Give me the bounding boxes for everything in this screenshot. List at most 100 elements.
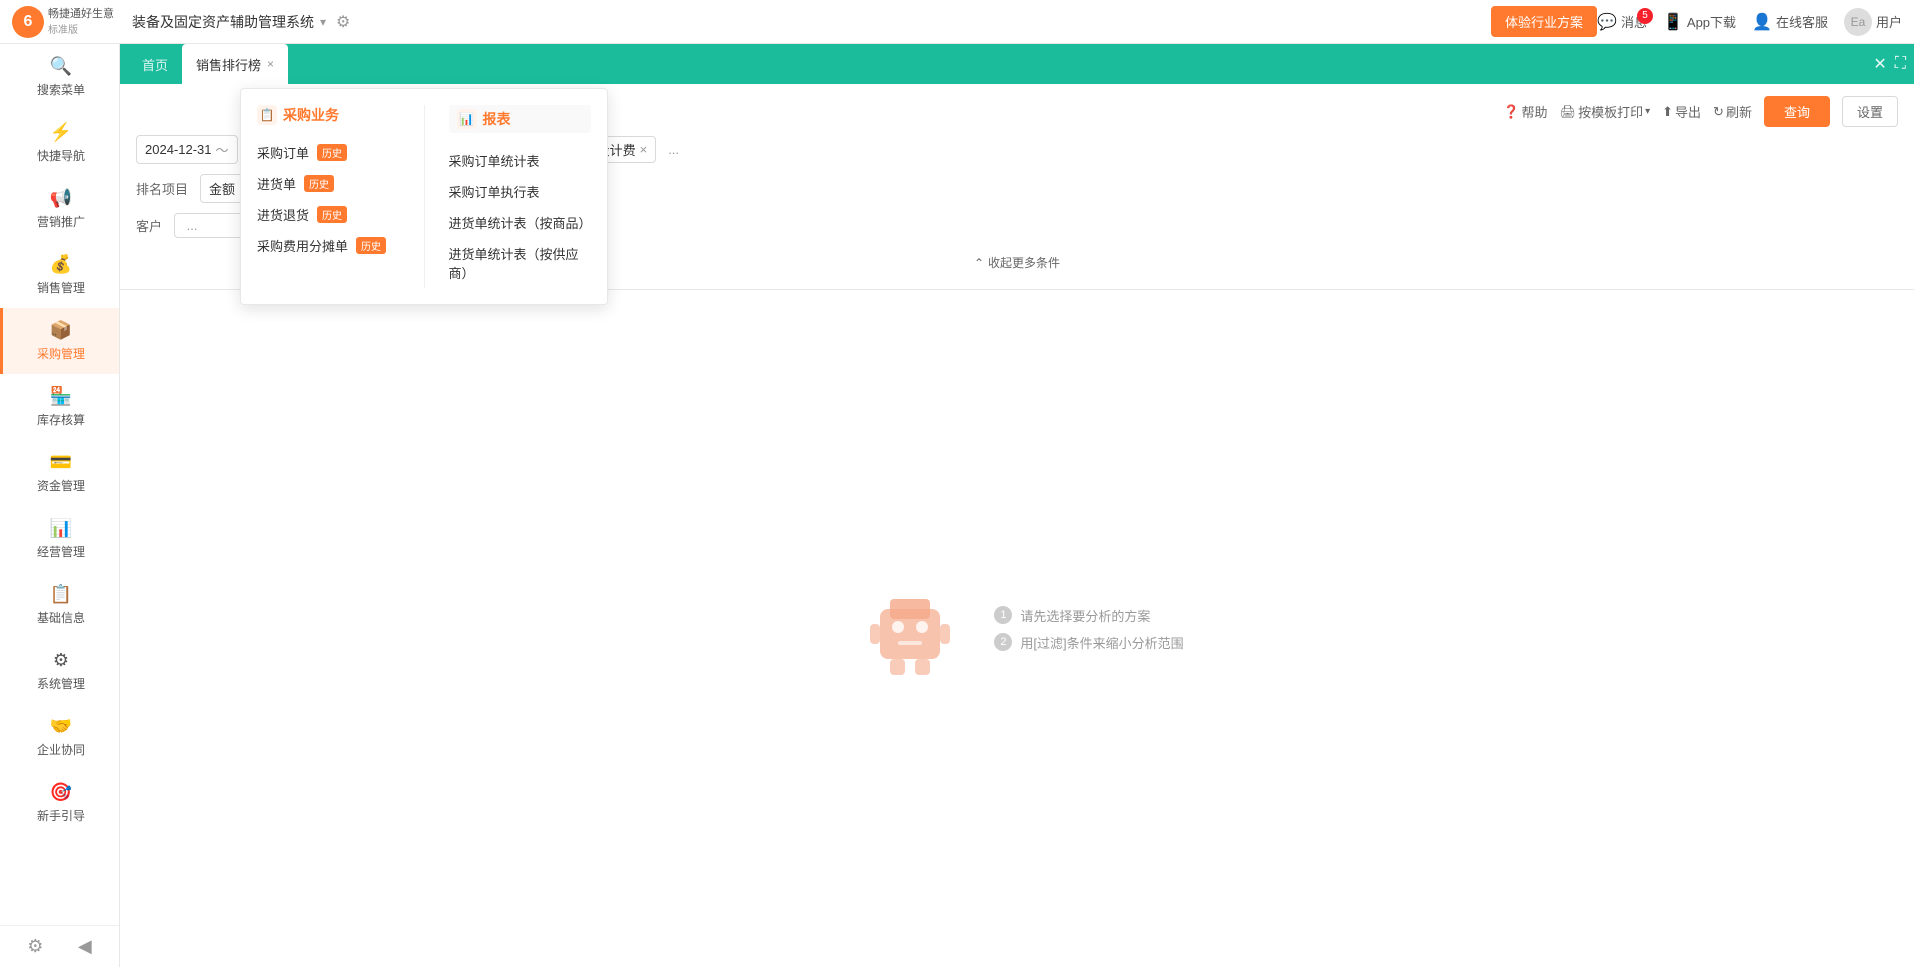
menu-business-icon: 📋	[257, 105, 277, 125]
phone-icon: 📱	[1663, 12, 1683, 32]
query-btn[interactable]: 查询	[1764, 96, 1830, 127]
system-chevron-icon[interactable]: ▾	[320, 15, 326, 29]
print-btn[interactable]: 🖨 按模板打印 ▾	[1560, 102, 1651, 121]
export-icon: ⬆	[1662, 104, 1673, 120]
app-download-btn[interactable]: 📱 App下载	[1663, 12, 1736, 32]
refresh-icon: ↻	[1713, 104, 1724, 120]
menu-divider	[424, 105, 425, 288]
up-chevron-icon: ⌃	[974, 256, 984, 270]
sidebar-item-guide[interactable]: 🎯 新手引导	[0, 770, 119, 836]
empty-illustration	[850, 579, 970, 679]
sidebar-item-inventory[interactable]: 🏪 库存核算	[0, 374, 119, 440]
system-icon: ⚙	[53, 650, 69, 671]
sales-icon: 💰	[50, 254, 72, 275]
sidebar-item-cooperation[interactable]: 🤝 企业协同	[0, 704, 119, 770]
menu-report-icon: 📊	[457, 109, 477, 129]
tab-close-window-icon[interactable]: ✕	[1873, 54, 1886, 74]
empty-steps: 1 请先选择要分析的方案 2 用[过滤]条件来缩小分析范围	[994, 606, 1183, 652]
sidebar-bottom: ⚙ ◀	[0, 925, 119, 967]
user-avatar: Ea	[1844, 8, 1872, 36]
tab-fullscreen-icon[interactable]: ⛶	[1895, 55, 1906, 73]
date-range-filter[interactable]: 2024-12-31 ～	[136, 135, 238, 164]
customer-label: 客户	[136, 216, 162, 235]
sidebar-item-quick-nav[interactable]: ⚡ 快捷导航	[0, 110, 119, 176]
purchase-order-badge: 历史	[317, 144, 347, 161]
refresh-btn[interactable]: ↻ 刷新	[1713, 102, 1752, 121]
basic-info-icon: 📋	[50, 584, 72, 605]
inventory-icon: 🏪	[50, 386, 72, 407]
date-start: 2024-12-31	[145, 142, 212, 157]
sidebar-item-purchase[interactable]: 📦 采购管理	[0, 308, 119, 374]
industry-btn[interactable]: 体验行业方案	[1491, 6, 1597, 37]
top-header: 6 畅捷通好生意 标准版 装备及固定资产辅助管理系统 ▾ ⚙ 体验行业方案 💬 …	[0, 0, 1914, 44]
menu-item-order-exec[interactable]: 采购订单执行表	[449, 176, 592, 207]
empty-step-2: 2 用[过滤]条件来缩小分析范围	[994, 633, 1183, 652]
main-layout: 🔍 搜索菜单 ⚡ 快捷导航 📢 营销推广 💰 销售管理 📦 采购管理 🏪 库存核…	[0, 44, 1914, 967]
tab-bar: 首页 销售排行榜 × ✕ ⛶	[120, 44, 1914, 84]
sidebar-settings-btn[interactable]: ⚙	[27, 936, 43, 957]
sidebar-collapse-btn[interactable]: ◀	[78, 936, 92, 957]
menu-item-inbound[interactable]: 进货单 历史	[257, 168, 400, 199]
product-dots[interactable]: ...	[668, 142, 679, 157]
purchase-icon: 📦	[50, 320, 72, 341]
print-dropdown-icon: ▾	[1645, 106, 1650, 117]
inbound-badge: 历史	[304, 175, 334, 192]
online-service-btn[interactable]: 👤 在线客服	[1752, 12, 1828, 32]
sidebar: 🔍 搜索菜单 ⚡ 快捷导航 📢 营销推广 💰 销售管理 📦 采购管理 🏪 库存核…	[0, 44, 120, 967]
sidebar-item-sales[interactable]: 💰 销售管理	[0, 242, 119, 308]
tab-sales-rank[interactable]: 销售排行榜 ×	[182, 44, 288, 84]
logo-sub: 标准版	[48, 21, 114, 36]
service-icon: 👤	[1752, 12, 1772, 32]
menu-item-purchase-order[interactable]: 采购订单 历史	[257, 137, 400, 168]
tab-close-icon[interactable]: ×	[267, 57, 274, 71]
menu-report-title: 📊 报表	[449, 105, 592, 133]
content-area: 首页 销售排行榜 × ✕ ⛶ ❓ 帮助 🖨 按模板打印	[120, 44, 1914, 967]
step-1-num: 1	[994, 606, 1012, 624]
marketing-icon: 📢	[50, 188, 72, 209]
step-2-num: 2	[994, 633, 1012, 651]
help-icon: ❓	[1503, 104, 1519, 120]
notification-btn[interactable]: 💬 消息 5	[1597, 12, 1647, 32]
user-area[interactable]: Ea 用户	[1844, 8, 1902, 36]
operations-icon: 📊	[50, 518, 72, 539]
menu-business-title: 📋 采购业务	[257, 105, 400, 125]
menu-item-return[interactable]: 进货退货 历史	[257, 199, 400, 230]
expense-badge: 历史	[356, 237, 386, 254]
logo-area: 6 畅捷通好生意 标准版	[12, 6, 132, 38]
sidebar-item-operations[interactable]: 📊 经营管理	[0, 506, 119, 572]
menu-item-order-stats[interactable]: 采购订单统计表	[449, 145, 592, 176]
menu-item-inbound-stats-product[interactable]: 进货单统计表（按商品）	[449, 207, 592, 238]
system-name-area: 装备及固定资产辅助管理系统 ▾ ⚙	[132, 12, 1477, 32]
finance-icon: 💳	[50, 452, 72, 473]
sidebar-item-finance[interactable]: 💳 资金管理	[0, 440, 119, 506]
sidebar-item-marketing[interactable]: 📢 营销推广	[0, 176, 119, 242]
menu-column-business: 📋 采购业务 采购订单 历史 进货单 历史 进货退货 历史 采购费用分摊单	[257, 105, 400, 288]
purchase-dropdown-menu: 📋 采购业务 采购订单 历史 进货单 历史 进货退货 历史 采购费用分摊单	[240, 88, 608, 305]
message-icon: 💬	[1597, 12, 1617, 32]
tab-home[interactable]: 首页	[128, 44, 182, 84]
customer-dots[interactable]: ...	[187, 218, 198, 233]
settings-gear-icon[interactable]: ⚙	[336, 12, 350, 32]
help-btn[interactable]: ❓ 帮助	[1503, 102, 1547, 121]
notification-badge: 5	[1637, 8, 1653, 24]
rank-label: 排名项目	[136, 179, 188, 198]
export-btn[interactable]: ⬆ 导出	[1662, 102, 1701, 121]
sidebar-item-system[interactable]: ⚙ 系统管理	[0, 638, 119, 704]
cooperation-icon: 🤝	[50, 716, 72, 737]
header-right: 💬 消息 5 📱 App下载 👤 在线客服 Ea 用户	[1597, 8, 1902, 36]
logo-text: 畅捷通好生意	[48, 7, 114, 21]
guide-icon: 🎯	[50, 782, 72, 803]
return-badge: 历史	[317, 206, 347, 223]
sidebar-item-basic-info[interactable]: 📋 基础信息	[0, 572, 119, 638]
empty-step-1: 1 请先选择要分析的方案	[994, 606, 1183, 625]
product-tag-close-icon[interactable]: ×	[640, 142, 648, 157]
tab-bar-actions: ✕ ⛶	[1873, 54, 1906, 74]
search-icon: 🔍	[50, 56, 72, 77]
empty-state: 1 请先选择要分析的方案 2 用[过滤]条件来缩小分析范围	[120, 290, 1914, 967]
quick-nav-icon: ⚡	[50, 122, 72, 143]
menu-item-inbound-stats-supplier[interactable]: 进货单统计表（按供应商）	[449, 238, 592, 288]
settings-btn[interactable]: 设置	[1842, 96, 1898, 127]
menu-item-expense[interactable]: 采购费用分摊单 历史	[257, 230, 400, 261]
sidebar-item-search[interactable]: 🔍 搜索菜单	[0, 44, 119, 110]
print-icon: 🖨	[1560, 104, 1577, 120]
